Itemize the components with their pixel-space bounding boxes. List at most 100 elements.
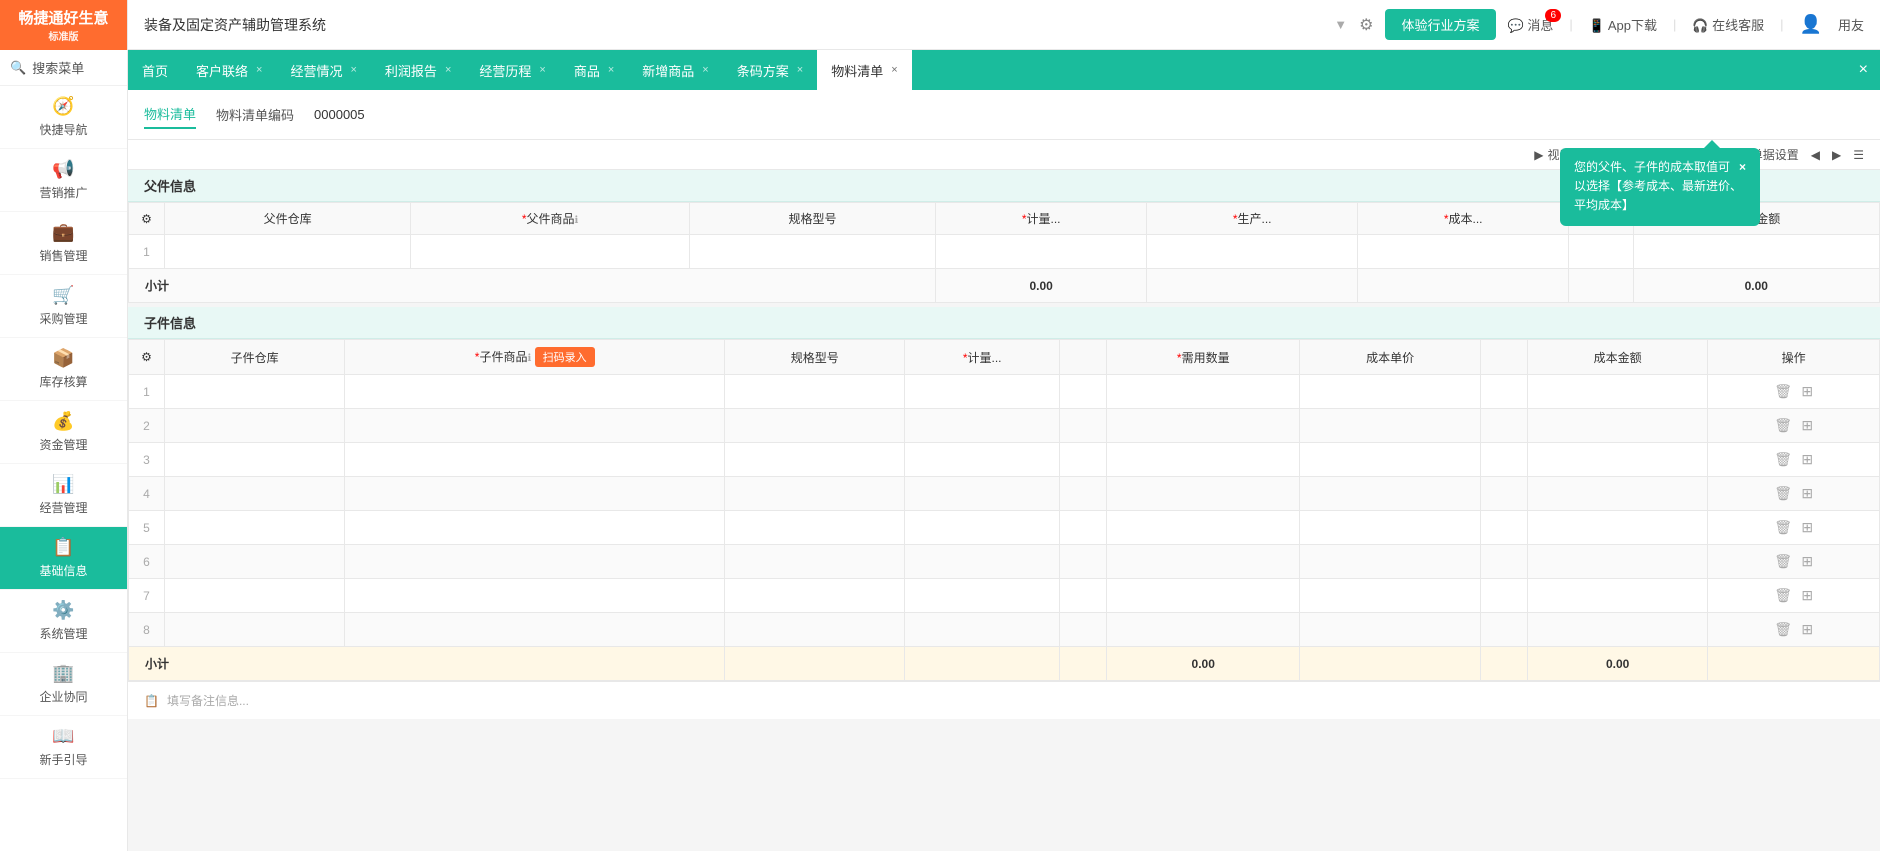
nav-tab-home[interactable]: 首页 (128, 50, 182, 90)
nav-tab-goods[interactable]: 商品× (560, 50, 628, 90)
sidebar-item-enterprise[interactable]: 🏢企业协同 (0, 653, 127, 716)
child-copy-5[interactable]: ⊞ (1801, 519, 1813, 535)
child-spec-5[interactable] (725, 511, 905, 545)
child-copy-1[interactable]: ⊞ (1801, 383, 1813, 399)
child-delete-7[interactable]: 🗑 (1774, 587, 1792, 603)
sub-tab-bom[interactable]: 物料清单 (144, 100, 196, 129)
child-warehouse-4[interactable] (165, 477, 345, 511)
child-unit-cost-7[interactable] (1300, 579, 1480, 613)
nav-tab-close-goods[interactable]: × (608, 64, 614, 76)
nav-tab-profit-report[interactable]: 利润报告× (371, 50, 465, 90)
nav-prev-button[interactable]: ◀ (1811, 148, 1820, 162)
child-qty-unit-3[interactable] (905, 443, 1060, 477)
child-delete-2[interactable]: 🗑 (1774, 417, 1792, 433)
sidebar-item-guide[interactable]: 📖新手引导 (0, 716, 127, 779)
settings-icon[interactable]: ⚙ (1359, 15, 1373, 35)
nav-tab-close-new-goods[interactable]: × (702, 64, 708, 76)
child-qty-unit-6[interactable] (905, 545, 1060, 579)
child-qty-unit-8[interactable] (905, 613, 1060, 647)
child-spec-7[interactable] (725, 579, 905, 613)
nav-tab-customer[interactable]: 客户联络× (182, 50, 276, 90)
child-unit-cost-5[interactable] (1300, 511, 1480, 545)
nav-tab-bom[interactable]: 物料清单× (817, 50, 911, 90)
child-qty-unit-1[interactable] (905, 375, 1060, 409)
sidebar-item-finance[interactable]: 💰资金管理 (0, 401, 127, 464)
dropdown-icon[interactable]: ▼ (1334, 17, 1347, 32)
sidebar-item-system[interactable]: ⚙️系统管理 (0, 590, 127, 653)
child-delete-6[interactable]: 🗑 (1774, 553, 1792, 569)
sidebar-item-basic-info[interactable]: 📋基础信息 (0, 527, 127, 590)
nav-tab-new-goods[interactable]: 新增商品× (628, 50, 722, 90)
child-warehouse-6[interactable] (165, 545, 345, 579)
child-goods-3[interactable] (345, 443, 725, 477)
parent-qty-1[interactable] (936, 235, 1147, 269)
child-spec-8[interactable] (725, 613, 905, 647)
child-copy-2[interactable]: ⊞ (1801, 417, 1813, 433)
nav-tab-operations-status[interactable]: 经营情况× (276, 50, 370, 90)
child-warehouse-8[interactable] (165, 613, 345, 647)
child-unit-cost-8[interactable] (1300, 613, 1480, 647)
child-qty-unit-2[interactable] (905, 409, 1060, 443)
child-needed-qty-5[interactable] (1107, 511, 1300, 545)
child-qty-unit-4[interactable] (905, 477, 1060, 511)
child-unit-cost-6[interactable] (1300, 545, 1480, 579)
parent-col-settings[interactable]: ⚙ (129, 203, 165, 235)
child-warehouse-7[interactable] (165, 579, 345, 613)
child-delete-8[interactable]: 🗑 (1774, 621, 1792, 637)
child-warehouse-1[interactable] (165, 375, 345, 409)
child-copy-3[interactable]: ⊞ (1801, 451, 1813, 467)
child-unit-cost-4[interactable] (1300, 477, 1480, 511)
sidebar-item-inventory[interactable]: 📦库存核算 (0, 338, 127, 401)
sidebar-item-sales[interactable]: 💼销售管理 (0, 212, 127, 275)
child-goods-7[interactable] (345, 579, 725, 613)
child-spec-6[interactable] (725, 545, 905, 579)
parent-goods-1[interactable] (411, 235, 690, 269)
parent-prod-1[interactable] (1147, 235, 1358, 269)
nav-close-all-button[interactable]: × (1847, 61, 1880, 79)
child-copy-6[interactable]: ⊞ (1801, 553, 1813, 569)
child-needed-qty-7[interactable] (1107, 579, 1300, 613)
child-goods-6[interactable] (345, 545, 725, 579)
child-delete-5[interactable]: 🗑 (1774, 519, 1792, 535)
child-copy-8[interactable]: ⊞ (1801, 621, 1813, 637)
child-copy-4[interactable]: ⊞ (1801, 485, 1813, 501)
child-qty-unit-5[interactable] (905, 511, 1060, 545)
child-qty-unit-7[interactable] (905, 579, 1060, 613)
child-needed-qty-4[interactable] (1107, 477, 1300, 511)
child-needed-qty-1[interactable] (1107, 375, 1300, 409)
child-spec-3[interactable] (725, 443, 905, 477)
child-goods-2[interactable] (345, 409, 725, 443)
nav-tab-close-profit-report[interactable]: × (445, 64, 451, 76)
child-needed-qty-2[interactable] (1107, 409, 1300, 443)
child-unit-cost-3[interactable] (1300, 443, 1480, 477)
nav-tab-close-bom[interactable]: × (891, 64, 897, 76)
child-goods-4[interactable] (345, 477, 725, 511)
nav-tab-close-operations-history[interactable]: × (539, 64, 545, 76)
nav-tab-close-customer[interactable]: × (256, 64, 262, 76)
menu-button[interactable]: ☰ (1853, 148, 1864, 162)
note-text[interactable]: 填写备注信息... (167, 692, 249, 709)
scan-input-button[interactable]: 扫码录入 (535, 347, 595, 367)
child-warehouse-2[interactable] (165, 409, 345, 443)
nav-next-button[interactable]: ▶ (1832, 148, 1841, 162)
child-warehouse-5[interactable] (165, 511, 345, 545)
sidebar-search[interactable]: 🔍 搜索菜单 (0, 50, 127, 86)
parent-warehouse-1[interactable] (165, 235, 411, 269)
parent-spec-1[interactable] (689, 235, 935, 269)
child-needed-qty-3[interactable] (1107, 443, 1300, 477)
user-label[interactable]: 用友 (1838, 15, 1864, 34)
sub-tab-code[interactable]: 物料清单编码 (216, 101, 294, 128)
message-button[interactable]: 💬 6 消息 (1508, 15, 1554, 34)
child-col-settings[interactable]: ⚙ (129, 340, 165, 375)
child-goods-5[interactable] (345, 511, 725, 545)
nav-tab-close-operations-status[interactable]: × (350, 64, 356, 76)
sidebar-item-quick-nav[interactable]: 🧭快捷导航 (0, 86, 127, 149)
parent-cost-1[interactable] (1358, 235, 1569, 269)
child-unit-cost-2[interactable] (1300, 409, 1480, 443)
online-service-button[interactable]: 🎧 在线客服 (1692, 15, 1764, 34)
child-delete-1[interactable]: 🗑 (1774, 383, 1792, 399)
child-warehouse-3[interactable] (165, 443, 345, 477)
trial-button[interactable]: 体验行业方案 (1385, 9, 1495, 40)
child-unit-cost-1[interactable] (1300, 375, 1480, 409)
child-spec-1[interactable] (725, 375, 905, 409)
